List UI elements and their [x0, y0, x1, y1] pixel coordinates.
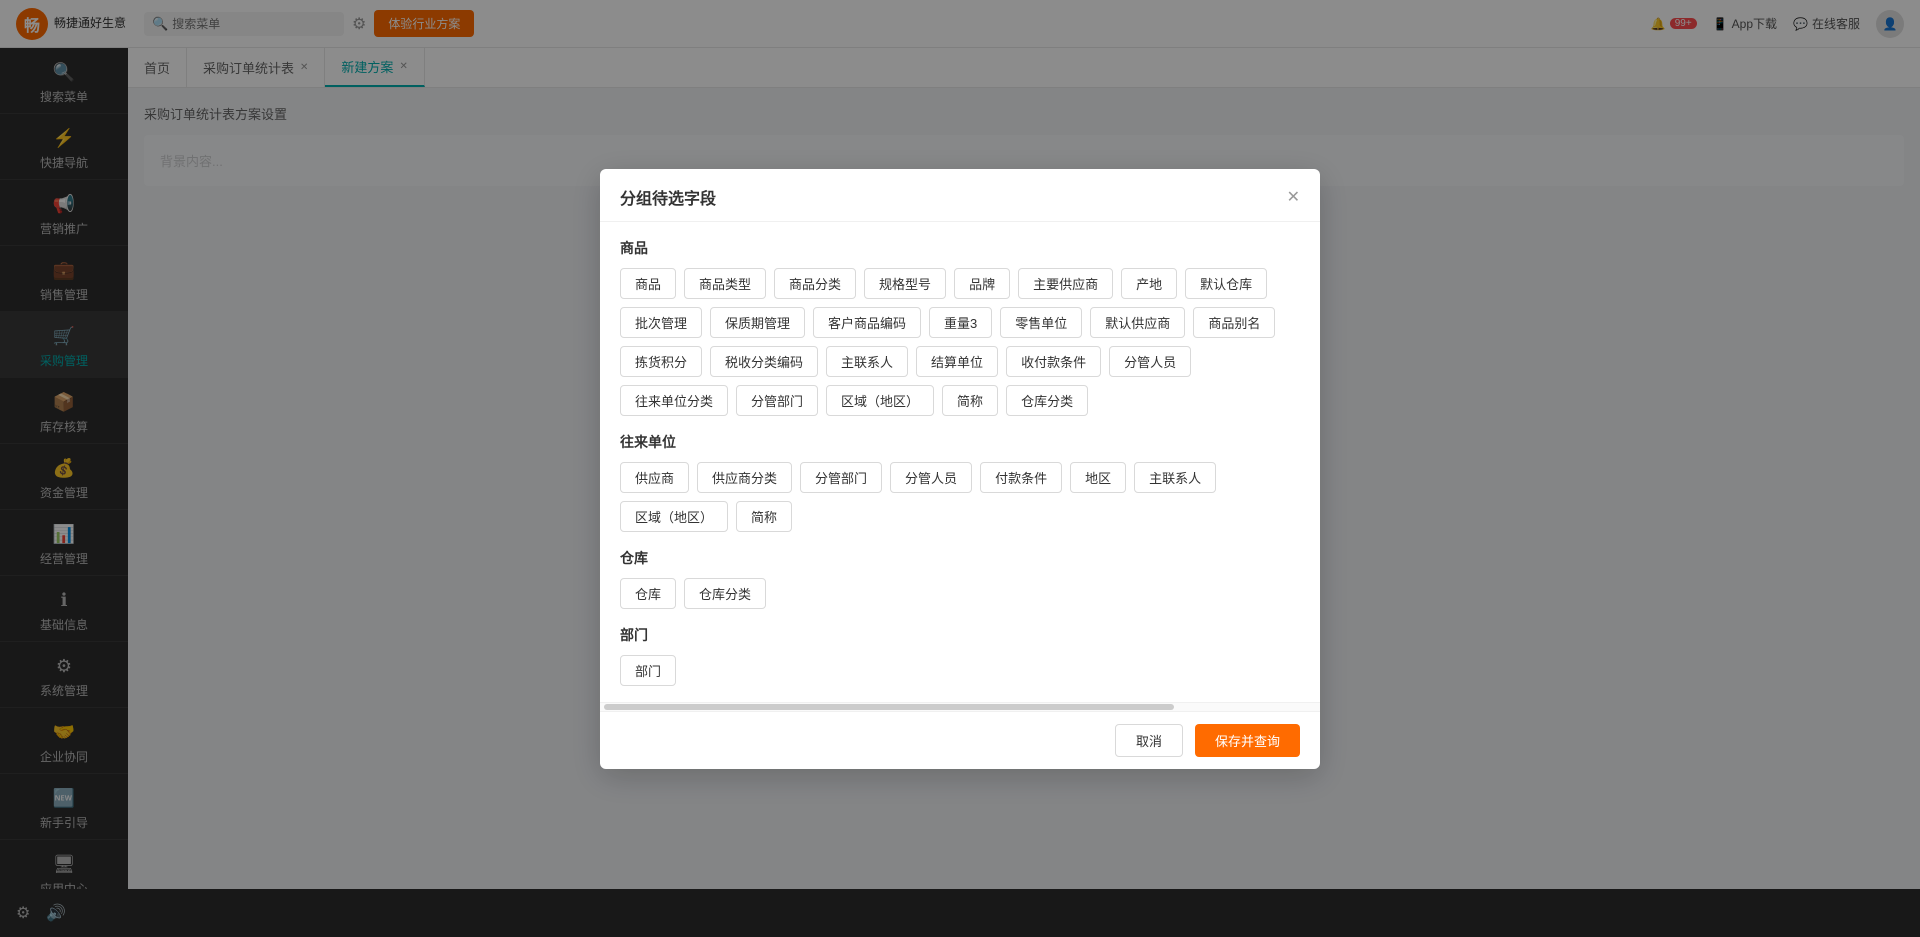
- field-tag-department-0[interactable]: 部门: [620, 655, 676, 686]
- modal-dialog: 分组待选字段 ✕ 商品商品商品类型商品分类规格型号品牌主要供应商产地默认仓库批次…: [600, 169, 1320, 769]
- field-tag-goods-23[interactable]: 区域（地区）: [826, 385, 934, 416]
- field-tag-goods-12[interactable]: 零售单位: [1000, 307, 1082, 338]
- modal-overlay: 分组待选字段 ✕ 商品商品商品类型商品分类规格型号品牌主要供应商产地默认仓库批次…: [0, 0, 1920, 937]
- section-title-partner: 往来单位: [620, 432, 1300, 452]
- modal-title: 分组待选字段: [620, 185, 716, 209]
- field-tag-goods-4[interactable]: 品牌: [954, 268, 1010, 299]
- field-tag-goods-16[interactable]: 税收分类编码: [710, 346, 818, 377]
- field-tag-goods-13[interactable]: 默认供应商: [1090, 307, 1185, 338]
- field-tag-goods-25[interactable]: 仓库分类: [1006, 385, 1088, 416]
- section-warehouse: 仓库仓库仓库分类: [620, 548, 1300, 609]
- modal-horizontal-scrollbar[interactable]: [600, 702, 1320, 711]
- field-tag-goods-10[interactable]: 客户商品编码: [813, 307, 921, 338]
- field-tags-warehouse: 仓库仓库分类: [620, 578, 1300, 609]
- field-tag-partner-0[interactable]: 供应商: [620, 462, 689, 493]
- field-tag-goods-18[interactable]: 结算单位: [916, 346, 998, 377]
- field-tag-goods-14[interactable]: 商品别名: [1193, 307, 1275, 338]
- field-tag-goods-22[interactable]: 分管部门: [736, 385, 818, 416]
- field-tag-partner-1[interactable]: 供应商分类: [697, 462, 792, 493]
- field-tag-partner-7[interactable]: 区域（地区）: [620, 501, 728, 532]
- field-tag-goods-19[interactable]: 收付款条件: [1006, 346, 1101, 377]
- field-tag-goods-21[interactable]: 往来单位分类: [620, 385, 728, 416]
- field-tags-partner: 供应商供应商分类分管部门分管人员付款条件地区主联系人区域（地区） 简称: [620, 462, 1300, 532]
- section-goods: 商品商品商品类型商品分类规格型号品牌主要供应商产地默认仓库批次管理保质期管理客户…: [620, 238, 1300, 416]
- field-tag-partner-5[interactable]: 地区: [1070, 462, 1126, 493]
- field-tag-goods-1[interactable]: 商品类型: [684, 268, 766, 299]
- field-tag-goods-0[interactable]: 商品: [620, 268, 676, 299]
- modal-close-button[interactable]: ✕: [1287, 187, 1300, 207]
- field-tag-goods-6[interactable]: 产地: [1121, 268, 1177, 299]
- cancel-button[interactable]: 取消: [1115, 724, 1183, 757]
- field-tag-partner-2[interactable]: 分管部门: [800, 462, 882, 493]
- field-tag-goods-15[interactable]: 拣货积分: [620, 346, 702, 377]
- field-tag-partner-8[interactable]: 简称: [736, 501, 792, 532]
- modal-footer: 取消 保存并查询: [600, 711, 1320, 769]
- modal-header: 分组待选字段 ✕: [600, 169, 1320, 222]
- field-tags-department: 部门: [620, 655, 1300, 686]
- field-tag-warehouse-1[interactable]: 仓库分类: [684, 578, 766, 609]
- section-department: 部门部门: [620, 625, 1300, 686]
- field-tag-goods-17[interactable]: 主联系人: [826, 346, 908, 377]
- field-tag-partner-3[interactable]: 分管人员: [890, 462, 972, 493]
- section-title-goods: 商品: [620, 238, 1300, 258]
- section-partner: 往来单位供应商供应商分类分管部门分管人员付款条件地区主联系人区域（地区） 简称: [620, 432, 1300, 532]
- modal-body: 商品商品商品类型商品分类规格型号品牌主要供应商产地默认仓库批次管理保质期管理客户…: [600, 222, 1320, 702]
- field-tag-partner-6[interactable]: 主联系人: [1134, 462, 1216, 493]
- field-tag-goods-20[interactable]: 分管人员: [1109, 346, 1191, 377]
- confirm-button[interactable]: 保存并查询: [1195, 724, 1300, 757]
- field-tags-goods: 商品商品类型商品分类规格型号品牌主要供应商产地默认仓库批次管理保质期管理客户商品…: [620, 268, 1300, 416]
- field-tag-goods-9[interactable]: 保质期管理: [710, 307, 805, 338]
- section-title-department: 部门: [620, 625, 1300, 645]
- field-tag-warehouse-0[interactable]: 仓库: [620, 578, 676, 609]
- field-tag-goods-8[interactable]: 批次管理: [620, 307, 702, 338]
- field-tag-goods-3[interactable]: 规格型号: [864, 268, 946, 299]
- field-tag-goods-24[interactable]: 简称: [942, 385, 998, 416]
- field-tag-goods-7[interactable]: 默认仓库: [1185, 268, 1267, 299]
- field-tag-goods-5[interactable]: 主要供应商: [1018, 268, 1113, 299]
- field-tag-goods-11[interactable]: 重量3: [929, 307, 992, 338]
- section-title-warehouse: 仓库: [620, 548, 1300, 568]
- field-tag-partner-4[interactable]: 付款条件: [980, 462, 1062, 493]
- field-tag-goods-2[interactable]: 商品分类: [774, 268, 856, 299]
